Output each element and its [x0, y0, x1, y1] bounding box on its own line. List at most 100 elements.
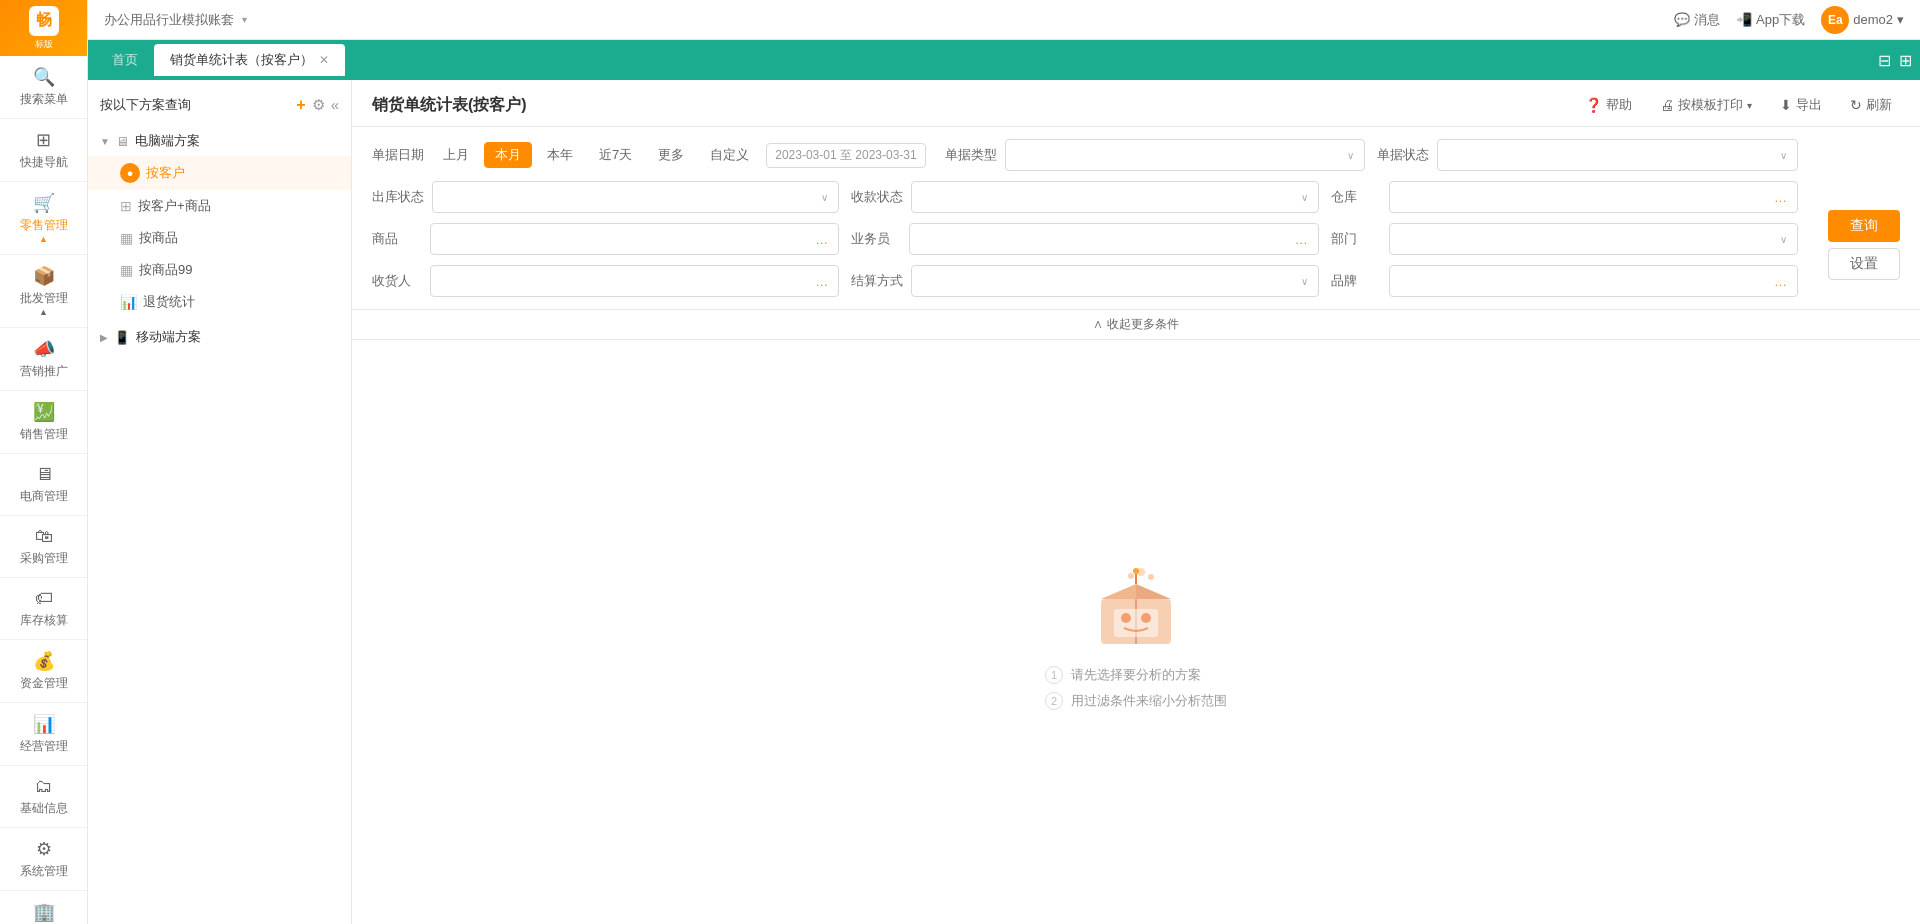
- ecommerce-icon: 🖥: [35, 464, 53, 485]
- export-btn[interactable]: ⬇ 导出: [1772, 92, 1830, 118]
- goods-select[interactable]: …: [430, 223, 839, 255]
- system-icon: ⚙: [36, 838, 52, 860]
- help-label: 帮助: [1606, 96, 1632, 114]
- date-tab-custom[interactable]: 自定义: [699, 142, 760, 168]
- group-name: 移动端方案: [136, 328, 201, 346]
- user-profile[interactable]: Ea demo2 ▾: [1821, 6, 1904, 34]
- doc-type-dropdown-icon: ∨: [1347, 150, 1354, 161]
- sidebar-item-marketing[interactable]: 📣 营销推广: [0, 328, 87, 391]
- sidebar: 畅 标版 🔍 搜索菜单 ⊞ 快捷导航 🛒 零售管理 ▲ 📦 批发管理 ▲ 📣 营…: [0, 0, 88, 924]
- collapse-panel-icon[interactable]: «: [331, 96, 339, 114]
- sidebar-item-label: 搜索菜单: [20, 91, 68, 108]
- breadcrumb-dropdown-icon[interactable]: ▾: [242, 14, 247, 25]
- marketing-icon: 📣: [33, 338, 55, 360]
- doc-status-label: 单据状态: [1377, 146, 1429, 164]
- top-header: 办公用品行业模拟账套 ▾ 💬 消息 📲 App下载 Ea demo2 ▾: [88, 0, 1920, 40]
- sidebar-item-finance[interactable]: 💰 资金管理: [0, 640, 87, 703]
- filter-date: 单据日期 上月 本月 本年 近7天 更多 自定义 2023-03-01 至 20…: [372, 142, 933, 168]
- empty-state: 1 请先选择要分析的方案 2 用过滤条件来缩小分析范围: [352, 340, 1920, 924]
- sidebar-item-purchase[interactable]: 🛍 采购管理: [0, 516, 87, 578]
- salesperson-select[interactable]: …: [909, 223, 1318, 255]
- print-icon: 🖨: [1660, 97, 1674, 113]
- date-filter-controls: 上月 本月 本年 近7天 更多 自定义 2023-03-01 至 2023-03…: [432, 142, 933, 168]
- scheme-item-by-goods[interactable]: ▦ 按商品: [88, 222, 351, 254]
- sidebar-item-sales[interactable]: 💹 销售管理: [0, 391, 87, 454]
- sidebar-item-inventory[interactable]: 🏷 库存核算: [0, 578, 87, 640]
- help-btn[interactable]: ❓ 帮助: [1577, 92, 1640, 118]
- settlement-select[interactable]: ∨: [911, 265, 1318, 297]
- scheme-item-label: 按客户+商品: [138, 197, 211, 215]
- empty-tips: 1 请先选择要分析的方案 2 用过滤条件来缩小分析范围: [1045, 666, 1227, 710]
- filter-area: 单据日期 上月 本月 本年 近7天 更多 自定义 2023-03-01 至 20…: [352, 127, 1920, 310]
- tab-sales-stat[interactable]: 销货单统计表（按客户） ✕: [154, 44, 345, 76]
- sidebar-item-label: 批发管理: [20, 290, 68, 307]
- scheme-item-by-goods-99[interactable]: ▦ 按商品99: [88, 254, 351, 286]
- tab-bar: 首页 销货单统计表（按客户） ✕ ⊟ ⊞: [88, 40, 1920, 80]
- page-content: 按以下方案查询 + ⚙ « ▼ 🖥 电脑端方案 ●: [88, 80, 1920, 924]
- doc-status-select[interactable]: ∨: [1437, 139, 1798, 171]
- svg-point-7: [1128, 573, 1134, 579]
- sidebar-item-search[interactable]: 🔍 搜索菜单: [0, 56, 87, 119]
- receiver-label: 收货人: [372, 272, 422, 290]
- brand-select[interactable]: …: [1389, 265, 1798, 297]
- header-left: 办公用品行业模拟账套 ▾: [104, 11, 247, 29]
- date-tab-last7days[interactable]: 近7天: [588, 142, 643, 168]
- scheme-item-icon: ⊞: [120, 198, 132, 214]
- brand-label: 品牌: [1331, 272, 1381, 290]
- salesperson-label: 业务员: [851, 230, 901, 248]
- warehouse-select[interactable]: …: [1389, 181, 1798, 213]
- scheme-group-desktop-header[interactable]: ▼ 🖥 电脑端方案: [88, 126, 351, 156]
- sidebar-item-label: 采购管理: [20, 550, 68, 567]
- date-tab-more[interactable]: 更多: [647, 142, 695, 168]
- tip-text-2: 用过滤条件来缩小分析范围: [1071, 692, 1227, 710]
- sidebar-item-ecommerce[interactable]: 🖥 电商管理: [0, 454, 87, 516]
- print-dropdown-icon: ▾: [1747, 100, 1752, 111]
- scheme-item-return-stat[interactable]: 📊 退货统计: [88, 286, 351, 318]
- sidebar-item-basic[interactable]: 🗂 基础信息: [0, 766, 87, 828]
- sidebar-item-label: 快捷导航: [20, 154, 68, 171]
- svg-rect-4: [1114, 609, 1158, 637]
- filter-settlement: 结算方式 ∨: [851, 265, 1318, 297]
- template-print-btn[interactable]: 🖨 按模板打印 ▾: [1652, 92, 1760, 118]
- add-scheme-btn[interactable]: +: [296, 96, 305, 114]
- date-tab-currentyear[interactable]: 本年: [536, 142, 584, 168]
- tab-close-icon[interactable]: ✕: [319, 53, 329, 67]
- tab-home[interactable]: 首页: [96, 44, 154, 76]
- receiver-select[interactable]: …: [430, 265, 839, 297]
- sidebar-item-quicknav[interactable]: ⊞ 快捷导航: [0, 119, 87, 182]
- message-btn[interactable]: 💬 消息: [1674, 11, 1720, 29]
- app-download-btn[interactable]: 📲 App下载: [1736, 11, 1805, 29]
- sidebar-item-label: 系统管理: [20, 863, 68, 880]
- retail-icon: 🛒: [33, 192, 55, 214]
- doc-type-select[interactable]: ∨: [1005, 139, 1366, 171]
- filter-brand: 品牌 …: [1331, 265, 1798, 297]
- tab-minimize-icon[interactable]: ⊟: [1878, 51, 1891, 70]
- filter-doc-type: 单据类型 ∨: [945, 139, 1366, 171]
- svg-marker-2: [1136, 584, 1171, 599]
- date-tab-currentmonth[interactable]: 本月: [484, 142, 532, 168]
- refresh-btn[interactable]: ↻ 刷新: [1842, 92, 1900, 118]
- tab-expand-icon[interactable]: ⊞: [1899, 51, 1912, 70]
- query-button[interactable]: 查询: [1828, 210, 1900, 242]
- out-status-select[interactable]: ∨: [432, 181, 839, 213]
- sidebar-item-enterprise[interactable]: 🏢 企业协同: [0, 891, 87, 924]
- settings-button[interactable]: 设置: [1828, 248, 1900, 280]
- sidebar-item-system[interactable]: ⚙ 系统管理: [0, 828, 87, 891]
- group-name: 电脑端方案: [135, 132, 200, 150]
- sidebar-item-wholesale[interactable]: 📦 批发管理 ▲: [0, 255, 87, 328]
- receipt-status-select[interactable]: ∨: [911, 181, 1318, 213]
- collapse-bar[interactable]: ∧ 收起更多条件: [352, 310, 1920, 340]
- department-select[interactable]: ∨: [1389, 223, 1798, 255]
- scheme-group-mobile: ▶ 📱 移动端方案: [88, 322, 351, 352]
- tip-num-2: 2: [1045, 692, 1063, 710]
- date-range-display[interactable]: 2023-03-01 至 2023-03-31: [766, 143, 925, 168]
- scheme-item-by-customer[interactable]: ● 按客户: [88, 156, 351, 190]
- sidebar-item-retail[interactable]: 🛒 零售管理 ▲: [0, 182, 87, 255]
- sidebar-item-operations[interactable]: 📊 经营管理: [0, 703, 87, 766]
- sidebar-item-label: 营销推广: [20, 363, 68, 380]
- scheme-group-mobile-header[interactable]: ▶ 📱 移动端方案: [88, 322, 351, 352]
- settings-scheme-icon[interactable]: ⚙: [312, 96, 325, 114]
- date-tab-lastmonth[interactable]: 上月: [432, 142, 480, 168]
- tab-home-label: 首页: [112, 51, 138, 69]
- scheme-item-by-customer-goods[interactable]: ⊞ 按客户+商品: [88, 190, 351, 222]
